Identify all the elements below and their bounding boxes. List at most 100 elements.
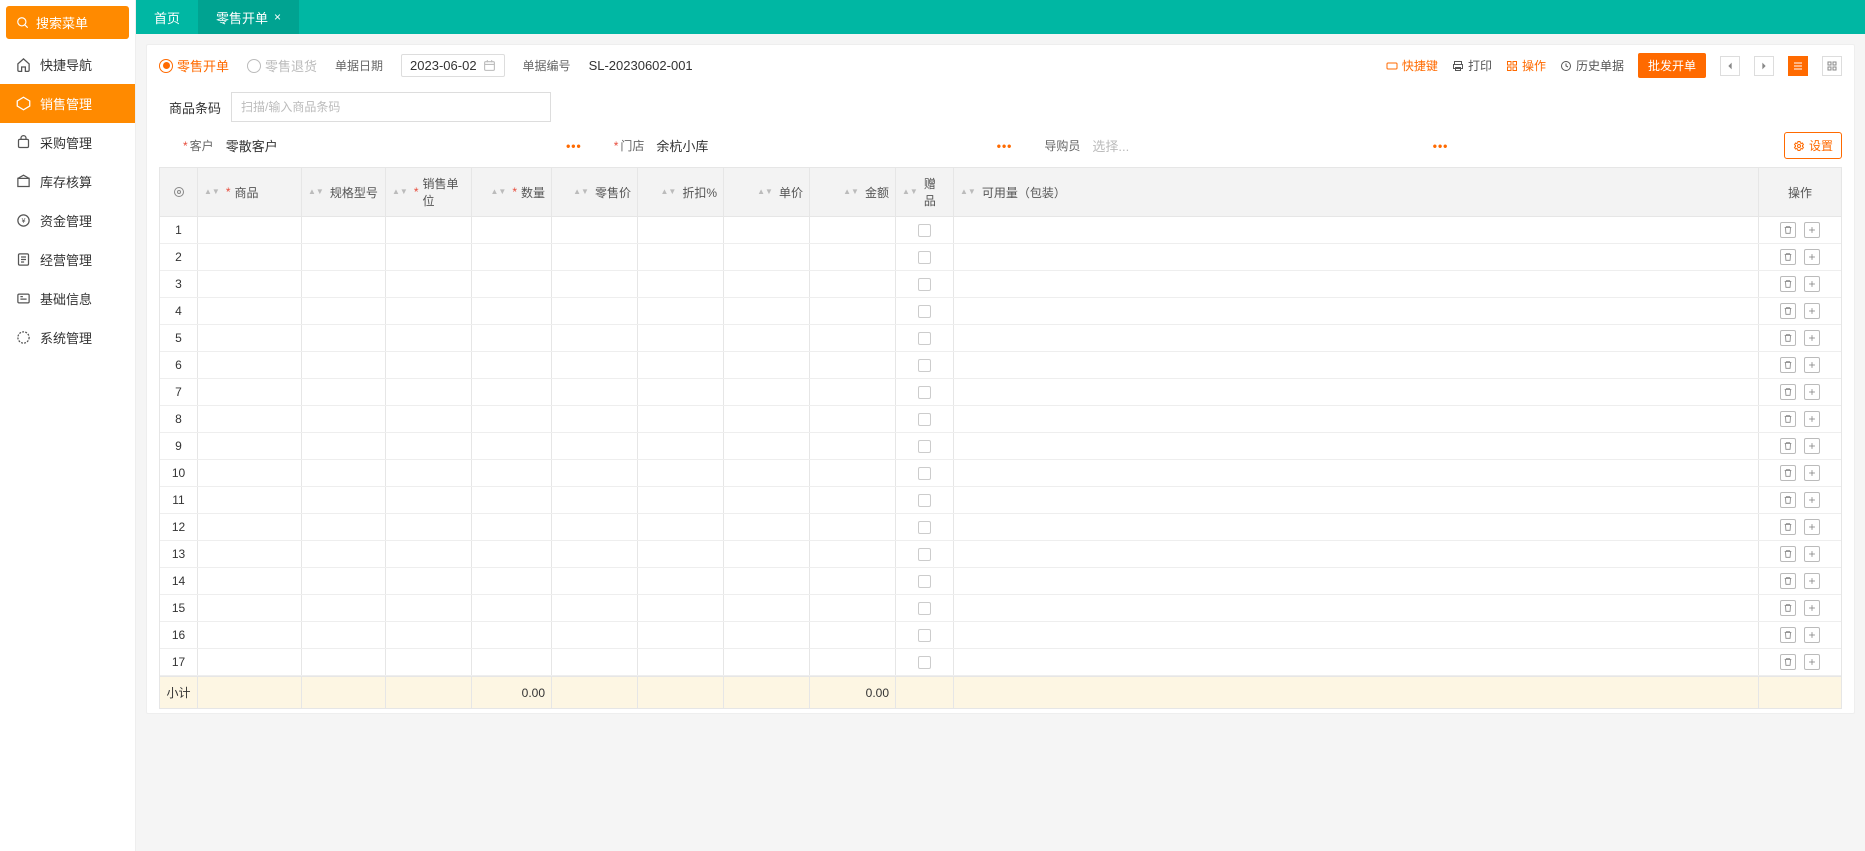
history-button[interactable]: 历史单据 bbox=[1560, 57, 1624, 74]
sidebar-item-fund[interactable]: ¥资金管理 bbox=[0, 201, 135, 240]
tab-零售开单[interactable]: 零售开单× bbox=[198, 0, 299, 34]
th-product[interactable]: ▲▼*商品 bbox=[198, 168, 302, 216]
table-row[interactable]: 15 bbox=[160, 595, 1841, 622]
th-uprice[interactable]: ▲▼单价 bbox=[724, 168, 810, 216]
grid-view-button[interactable] bbox=[1822, 56, 1842, 76]
delete-row-button[interactable] bbox=[1780, 492, 1796, 508]
add-row-button[interactable] bbox=[1804, 465, 1820, 481]
radio-retail-return[interactable]: 零售退货 bbox=[247, 56, 317, 75]
add-row-button[interactable] bbox=[1804, 573, 1820, 589]
next-button[interactable] bbox=[1754, 56, 1774, 76]
delete-row-button[interactable] bbox=[1780, 384, 1796, 400]
th-price[interactable]: ▲▼零售价 bbox=[552, 168, 638, 216]
gift-checkbox[interactable] bbox=[918, 386, 931, 399]
th-avail[interactable]: ▲▼可用量（包装） bbox=[954, 168, 1759, 216]
delete-row-button[interactable] bbox=[1780, 573, 1796, 589]
date-picker[interactable]: 2023-06-02 bbox=[401, 54, 505, 77]
delete-row-button[interactable] bbox=[1780, 249, 1796, 265]
gift-checkbox[interactable] bbox=[918, 494, 931, 507]
sidebar-item-purchase[interactable]: 采购管理 bbox=[0, 123, 135, 162]
gift-checkbox[interactable] bbox=[918, 278, 931, 291]
th-qty[interactable]: ▲▼*数量 bbox=[472, 168, 552, 216]
delete-row-button[interactable] bbox=[1780, 222, 1796, 238]
barcode-input[interactable] bbox=[231, 92, 551, 122]
add-row-button[interactable] bbox=[1804, 222, 1820, 238]
table-row[interactable]: 10 bbox=[160, 460, 1841, 487]
table-row[interactable]: 7 bbox=[160, 379, 1841, 406]
gift-checkbox[interactable] bbox=[918, 548, 931, 561]
add-row-button[interactable] bbox=[1804, 357, 1820, 373]
gift-checkbox[interactable] bbox=[918, 305, 931, 318]
close-icon[interactable]: × bbox=[274, 10, 281, 24]
delete-row-button[interactable] bbox=[1780, 438, 1796, 454]
settings-button[interactable]: 设置 bbox=[1784, 132, 1842, 159]
add-row-button[interactable] bbox=[1804, 627, 1820, 643]
delete-row-button[interactable] bbox=[1780, 519, 1796, 535]
th-gift[interactable]: ▲▼赠品 bbox=[896, 168, 954, 216]
add-row-button[interactable] bbox=[1804, 546, 1820, 562]
print-button[interactable]: 打印 bbox=[1452, 57, 1492, 74]
add-row-button[interactable] bbox=[1804, 249, 1820, 265]
table-row[interactable]: 16 bbox=[160, 622, 1841, 649]
th-gear[interactable] bbox=[160, 168, 198, 216]
gift-checkbox[interactable] bbox=[918, 602, 931, 615]
gift-checkbox[interactable] bbox=[918, 467, 931, 480]
gift-checkbox[interactable] bbox=[918, 656, 931, 669]
delete-row-button[interactable] bbox=[1780, 600, 1796, 616]
table-row[interactable]: 9 bbox=[160, 433, 1841, 460]
delete-row-button[interactable] bbox=[1780, 330, 1796, 346]
table-row[interactable]: 14 bbox=[160, 568, 1841, 595]
th-unit[interactable]: ▲▼*销售单位 bbox=[386, 168, 472, 216]
table-row[interactable]: 3 bbox=[160, 271, 1841, 298]
delete-row-button[interactable] bbox=[1780, 654, 1796, 670]
gift-checkbox[interactable] bbox=[918, 359, 931, 372]
bulk-order-button[interactable]: 批发开单 bbox=[1638, 53, 1706, 78]
add-row-button[interactable] bbox=[1804, 330, 1820, 346]
store-picker[interactable]: 余杭小库 ••• bbox=[654, 132, 1014, 159]
gift-checkbox[interactable] bbox=[918, 440, 931, 453]
search-menu-button[interactable]: 搜索菜单 bbox=[6, 6, 129, 39]
add-row-button[interactable] bbox=[1804, 303, 1820, 319]
table-row[interactable]: 1 bbox=[160, 217, 1841, 244]
table-row[interactable]: 17 bbox=[160, 649, 1841, 676]
sidebar-item-base[interactable]: 基础信息 bbox=[0, 279, 135, 318]
table-row[interactable]: 4 bbox=[160, 298, 1841, 325]
guide-picker[interactable]: 选择... ••• bbox=[1090, 132, 1450, 159]
delete-row-button[interactable] bbox=[1780, 465, 1796, 481]
add-row-button[interactable] bbox=[1804, 276, 1820, 292]
gift-checkbox[interactable] bbox=[918, 413, 931, 426]
gift-checkbox[interactable] bbox=[918, 224, 931, 237]
delete-row-button[interactable] bbox=[1780, 276, 1796, 292]
gift-checkbox[interactable] bbox=[918, 521, 931, 534]
radio-retail-open[interactable]: 零售开单 bbox=[159, 56, 229, 75]
tab-首页[interactable]: 首页 bbox=[136, 0, 198, 34]
th-spec[interactable]: ▲▼规格型号 bbox=[302, 168, 386, 216]
gift-checkbox[interactable] bbox=[918, 629, 931, 642]
table-row[interactable]: 11 bbox=[160, 487, 1841, 514]
th-disc[interactable]: ▲▼折扣% bbox=[638, 168, 724, 216]
customer-picker[interactable]: 零散客户 ••• bbox=[224, 132, 584, 159]
sidebar-item-sys[interactable]: 系统管理 bbox=[0, 318, 135, 357]
delete-row-button[interactable] bbox=[1780, 627, 1796, 643]
table-row[interactable]: 5 bbox=[160, 325, 1841, 352]
table-row[interactable]: 2 bbox=[160, 244, 1841, 271]
table-row[interactable]: 13 bbox=[160, 541, 1841, 568]
gift-checkbox[interactable] bbox=[918, 575, 931, 588]
delete-row-button[interactable] bbox=[1780, 546, 1796, 562]
add-row-button[interactable] bbox=[1804, 600, 1820, 616]
sidebar-item-stock[interactable]: 库存核算 bbox=[0, 162, 135, 201]
gift-checkbox[interactable] bbox=[918, 251, 931, 264]
add-row-button[interactable] bbox=[1804, 384, 1820, 400]
add-row-button[interactable] bbox=[1804, 519, 1820, 535]
table-row[interactable]: 8 bbox=[160, 406, 1841, 433]
sidebar-item-home[interactable]: 快捷导航 bbox=[0, 45, 135, 84]
add-row-button[interactable] bbox=[1804, 438, 1820, 454]
sidebar-item-sale[interactable]: 销售管理 bbox=[0, 84, 135, 123]
list-view-button[interactable] bbox=[1788, 56, 1808, 76]
sidebar-item-biz[interactable]: 经营管理 bbox=[0, 240, 135, 279]
delete-row-button[interactable] bbox=[1780, 411, 1796, 427]
delete-row-button[interactable] bbox=[1780, 357, 1796, 373]
gift-checkbox[interactable] bbox=[918, 332, 931, 345]
add-row-button[interactable] bbox=[1804, 492, 1820, 508]
delete-row-button[interactable] bbox=[1780, 303, 1796, 319]
